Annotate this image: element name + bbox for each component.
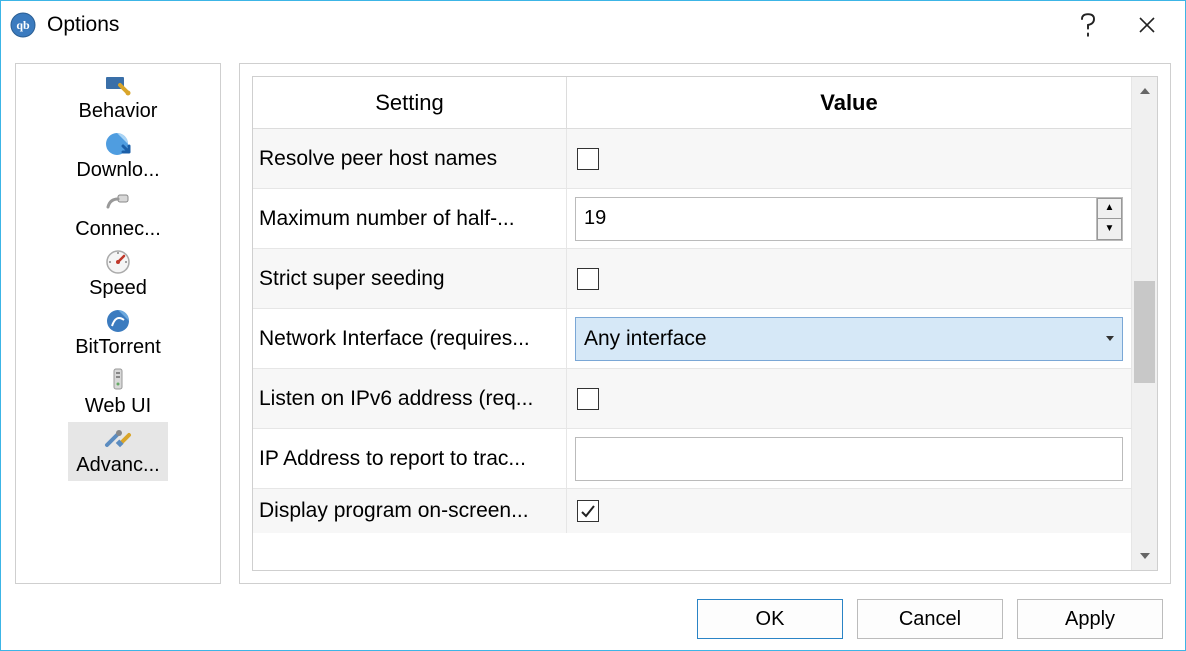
bittorrent-icon bbox=[103, 306, 133, 336]
sidebar-item-label: Web UI bbox=[85, 395, 151, 418]
checkbox-strict-super-seeding[interactable] bbox=[577, 268, 599, 290]
grid-row: Listen on IPv6 address (req... bbox=[253, 369, 1131, 429]
sidebar-item-behavior[interactable]: Behavior bbox=[68, 68, 168, 127]
sidebar-item-label: Advanc... bbox=[76, 454, 159, 477]
scroll-up-button[interactable] bbox=[1132, 77, 1157, 105]
grid-row: Strict super seeding bbox=[253, 249, 1131, 309]
sidebar-item-webui[interactable]: Web UI bbox=[68, 363, 168, 422]
grid-row: Resolve peer host names bbox=[253, 129, 1131, 189]
grid-row: IP Address to report to trac... bbox=[253, 429, 1131, 489]
help-button[interactable] bbox=[1059, 5, 1117, 45]
checkbox-listen-ipv6[interactable] bbox=[577, 388, 599, 410]
sidebar-item-speed[interactable]: Speed bbox=[68, 245, 168, 304]
text-ip-report-trackers[interactable] bbox=[575, 437, 1123, 481]
setting-value: ▲ ▼ bbox=[567, 189, 1131, 248]
setting-label: IP Address to report to trac... bbox=[253, 429, 567, 488]
setting-label: Display program on-screen... bbox=[253, 489, 567, 533]
ok-button[interactable]: OK bbox=[697, 599, 843, 639]
titlebar: qb Options bbox=[1, 1, 1185, 49]
sidebar-item-label: Speed bbox=[89, 277, 147, 300]
setting-label: Strict super seeding bbox=[253, 249, 567, 308]
spin-up-button[interactable]: ▲ bbox=[1097, 198, 1122, 219]
setting-label: Resolve peer host names bbox=[253, 129, 567, 188]
settings-panel: Setting Value Resolve peer host names bbox=[239, 63, 1171, 584]
sidebar-item-label: BitTorrent bbox=[75, 336, 161, 359]
sidebar-item-label: Connec... bbox=[75, 218, 161, 241]
chevron-down-icon bbox=[1106, 336, 1114, 342]
sidebar-item-advanced[interactable]: Advanc... bbox=[68, 422, 168, 481]
downloads-icon bbox=[103, 129, 133, 159]
connection-icon bbox=[103, 188, 133, 218]
setting-label: Maximum number of half-... bbox=[253, 189, 567, 248]
close-button[interactable] bbox=[1117, 5, 1177, 45]
cancel-button[interactable]: Cancel bbox=[857, 599, 1003, 639]
settings-grid-wrap: Setting Value Resolve peer host names bbox=[252, 76, 1158, 571]
spinbox-input[interactable] bbox=[576, 198, 1096, 240]
setting-value: Any interface bbox=[567, 309, 1131, 368]
category-sidebar: Behavior Downlo... Connec... bbox=[15, 63, 221, 584]
grid-body: Resolve peer host names Maximum number o… bbox=[253, 129, 1131, 570]
advanced-icon bbox=[103, 424, 133, 454]
setting-label: Network Interface (requires... bbox=[253, 309, 567, 368]
apply-button[interactable]: Apply bbox=[1017, 599, 1163, 639]
sidebar-item-connection[interactable]: Connec... bbox=[68, 186, 168, 245]
column-header-value[interactable]: Value bbox=[567, 77, 1131, 128]
setting-value bbox=[567, 249, 1131, 308]
panes: Behavior Downlo... Connec... bbox=[15, 63, 1171, 584]
combo-value: Any interface bbox=[584, 327, 1106, 351]
settings-grid: Setting Value Resolve peer host names bbox=[253, 77, 1131, 570]
speed-icon bbox=[103, 247, 133, 277]
grid-row: Maximum number of half-... ▲ ▼ bbox=[253, 189, 1131, 249]
dialog-body: Behavior Downlo... Connec... bbox=[1, 49, 1185, 650]
checkbox-resolve-peer-hostnames[interactable] bbox=[577, 148, 599, 170]
window-title: Options bbox=[47, 13, 119, 37]
options-window: qb Options Behavior bbox=[0, 0, 1186, 651]
text-input[interactable] bbox=[576, 438, 1122, 480]
setting-value bbox=[567, 429, 1131, 488]
dialog-footer: OK Cancel Apply bbox=[15, 584, 1171, 644]
behavior-icon bbox=[103, 70, 133, 100]
setting-value bbox=[567, 489, 1131, 533]
spin-down-button[interactable]: ▼ bbox=[1097, 218, 1122, 240]
scroll-down-button[interactable] bbox=[1132, 542, 1157, 570]
setting-value bbox=[567, 129, 1131, 188]
webui-icon bbox=[103, 365, 133, 395]
spinbox-max-half-open[interactable]: ▲ ▼ bbox=[575, 197, 1123, 241]
checkbox-display-osd[interactable] bbox=[577, 500, 599, 522]
grid-row: Display program on-screen... bbox=[253, 489, 1131, 533]
svg-text:qb: qb bbox=[16, 18, 30, 32]
app-icon: qb bbox=[9, 11, 37, 39]
sidebar-item-bittorrent[interactable]: BitTorrent bbox=[68, 304, 168, 363]
sidebar-item-label: Behavior bbox=[79, 100, 158, 123]
column-header-setting[interactable]: Setting bbox=[253, 77, 567, 128]
setting-label: Listen on IPv6 address (req... bbox=[253, 369, 567, 428]
grid-row: Network Interface (requires... Any inter… bbox=[253, 309, 1131, 369]
setting-value bbox=[567, 369, 1131, 428]
sidebar-item-label: Downlo... bbox=[76, 159, 159, 182]
grid-header: Setting Value bbox=[253, 77, 1131, 129]
sidebar-item-downloads[interactable]: Downlo... bbox=[68, 127, 168, 186]
scroll-thumb[interactable] bbox=[1134, 281, 1155, 383]
vertical-scrollbar[interactable] bbox=[1131, 77, 1157, 570]
combo-network-interface[interactable]: Any interface bbox=[575, 317, 1123, 361]
scroll-track[interactable] bbox=[1132, 105, 1157, 542]
